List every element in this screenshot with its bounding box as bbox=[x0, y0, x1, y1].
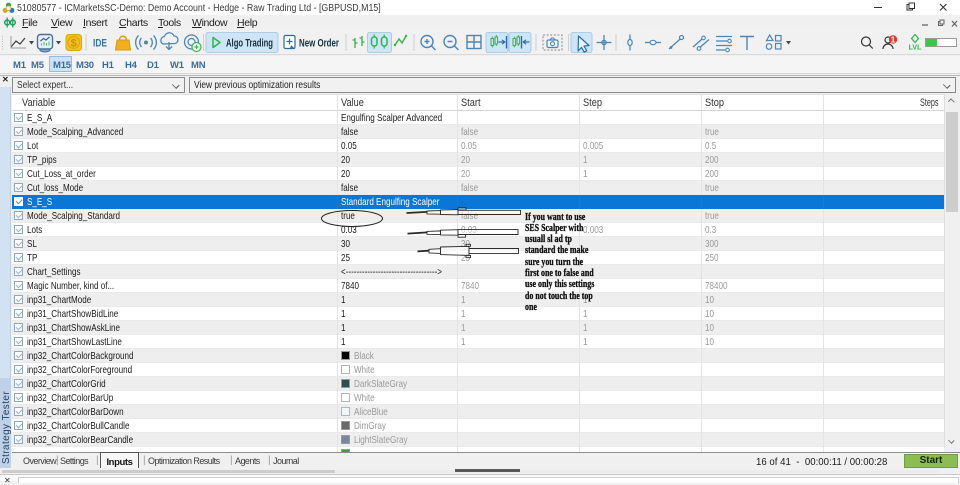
svg-text:LVL: LVL bbox=[909, 45, 922, 52]
svg-text:IDE: IDE bbox=[93, 38, 107, 50]
svg-text:Algo Trading: Algo Trading bbox=[226, 38, 273, 50]
svg-text:$: $ bbox=[71, 38, 77, 50]
svg-text:New Order: New Order bbox=[299, 38, 340, 50]
svg-text:1: 1 bbox=[891, 36, 896, 45]
